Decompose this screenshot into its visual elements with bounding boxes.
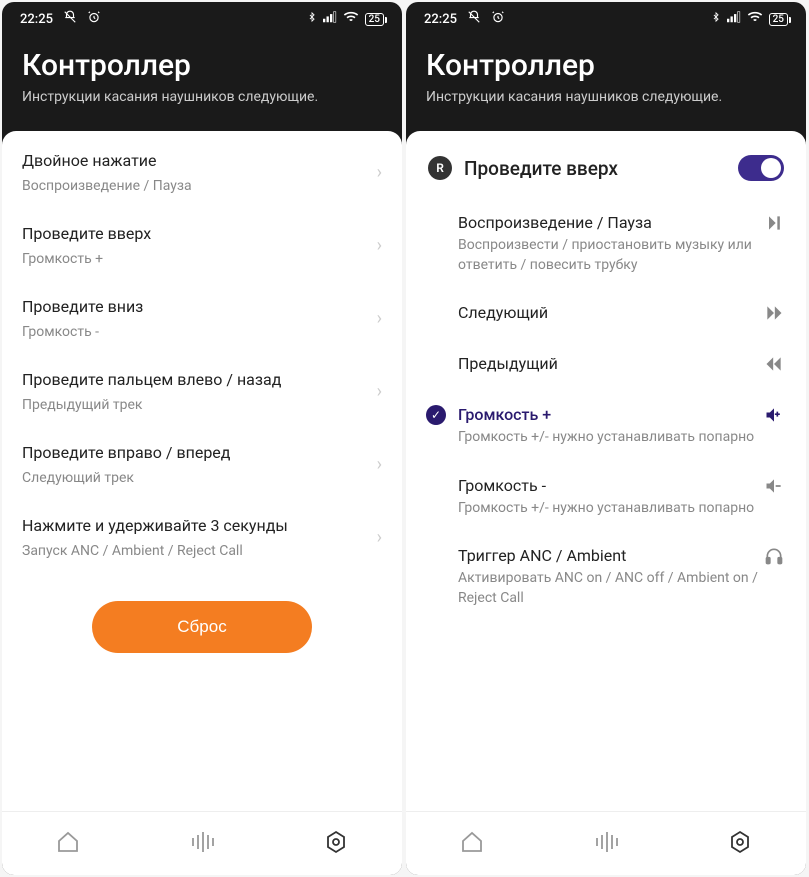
gesture-toggle-row: R Проведите вверх <box>406 135 806 199</box>
status-bar: 22:25 25 <box>2 2 402 36</box>
alarm-icon <box>491 10 505 28</box>
page-header: Контроллер Инструкции касания наушников … <box>406 36 806 131</box>
chevron-right-icon: › <box>377 235 382 256</box>
gesture-title: Двойное нажатие <box>22 151 377 170</box>
gesture-title: Проведите вниз <box>22 297 377 316</box>
volume-up-icon <box>764 405 784 429</box>
gesture-row[interactable]: Проведите вправо / вперед Следующий трек… <box>2 427 402 500</box>
action-title: Громкость - <box>458 476 784 495</box>
reset-button[interactable]: Сброс <box>92 601 312 653</box>
action-desc: Активировать ANC on / ANC off / Ambient … <box>458 569 784 608</box>
play-pause-icon <box>764 213 784 237</box>
action-card: R Проведите вверх Воспроизведение / Пауз… <box>406 131 806 811</box>
mute-icon <box>63 10 77 28</box>
gesture-sub: Запуск ANC / Ambient / Reject Call <box>22 543 377 559</box>
signal-icon <box>323 11 337 27</box>
action-desc: Громкость +/- нужно устанавливать попарн… <box>458 499 784 519</box>
earbud-side-badge: R <box>428 156 452 180</box>
status-bar: 22:25 25 <box>406 2 806 36</box>
phone-screen-1: 22:25 25 Контроллер Инструкции касания н… <box>2 2 402 875</box>
gesture-title: Проведите вправо / вперед <box>22 443 377 462</box>
volume-down-icon <box>764 476 784 500</box>
action-title: Триггер ANC / Ambient <box>458 546 784 565</box>
page-title: Контроллер <box>22 48 382 83</box>
action-title: Громкость + <box>458 405 784 424</box>
action-desc: Громкость +/- нужно устанавливать попарн… <box>458 428 784 448</box>
chevron-right-icon: › <box>377 527 382 548</box>
status-time: 22:25 <box>20 12 53 27</box>
nav-settings-icon[interactable] <box>728 830 752 858</box>
chevron-right-icon: › <box>377 454 382 475</box>
action-title: Воспроизведение / Пауза <box>458 213 784 232</box>
gesture-name: Проведите вверх <box>464 157 726 180</box>
status-time: 22:25 <box>424 12 457 27</box>
mute-icon <box>467 10 481 28</box>
prev-icon <box>764 354 784 378</box>
bluetooth-icon <box>711 10 721 28</box>
nav-eq-icon[interactable] <box>189 830 215 858</box>
gesture-sub: Громкость - <box>22 324 377 340</box>
gesture-sub: Следующий трек <box>22 470 377 486</box>
headphones-icon <box>764 546 784 570</box>
action-row[interactable]: Триггер ANC / Ambient Активировать ANC o… <box>406 532 806 622</box>
action-row-selected[interactable]: ✓ Громкость + Громкость +/- нужно устана… <box>406 391 806 462</box>
alarm-icon <box>87 10 101 28</box>
action-row[interactable]: Предыдущий <box>406 340 806 391</box>
gesture-row[interactable]: Проведите пальцем влево / назад Предыдущ… <box>2 354 402 427</box>
action-row[interactable]: Громкость - Громкость +/- нужно устанавл… <box>406 462 806 533</box>
bluetooth-icon <box>307 10 317 28</box>
battery-icon: 25 <box>365 13 384 26</box>
action-row[interactable]: Воспроизведение / Пауза Воспроизвести / … <box>406 199 806 289</box>
action-title: Следующий <box>458 303 784 322</box>
chevron-right-icon: › <box>377 308 382 329</box>
phone-screen-2: 22:25 25 Контроллер Инструкции касания н… <box>406 2 806 875</box>
check-icon: ✓ <box>426 405 446 425</box>
gesture-sub: Воспроизведение / Пауза <box>22 178 377 194</box>
page-subtitle: Инструкции касания наушников следующие. <box>22 89 382 105</box>
chevron-right-icon: › <box>377 162 382 183</box>
gesture-title: Проведите вверх <box>22 224 377 243</box>
chevron-right-icon: › <box>377 381 382 402</box>
gesture-sub: Предыдущий трек <box>22 397 377 413</box>
gesture-row[interactable]: Проведите вниз Громкость - › <box>2 281 402 354</box>
nav-home-icon[interactable] <box>460 830 484 858</box>
nav-bar <box>2 811 402 875</box>
wifi-icon <box>747 11 763 27</box>
gesture-title: Проведите пальцем влево / назад <box>22 370 377 389</box>
gesture-row[interactable]: Двойное нажатие Воспроизведение / Пауза … <box>2 135 402 208</box>
page-subtitle: Инструкции касания наушников следующие. <box>426 89 786 105</box>
gesture-card: Двойное нажатие Воспроизведение / Пауза … <box>2 131 402 811</box>
page-title: Контроллер <box>426 48 786 83</box>
wifi-icon <box>343 11 359 27</box>
enable-switch[interactable] <box>738 155 784 181</box>
gesture-row[interactable]: Нажмите и удерживайте 3 секунды Запуск A… <box>2 500 402 573</box>
gesture-row[interactable]: Проведите вверх Громкость + › <box>2 208 402 281</box>
signal-icon <box>727 11 741 27</box>
nav-settings-icon[interactable] <box>324 830 348 858</box>
nav-bar <box>406 811 806 875</box>
action-row[interactable]: Следующий <box>406 289 806 340</box>
action-title: Предыдущий <box>458 354 784 373</box>
nav-eq-icon[interactable] <box>593 830 619 858</box>
battery-icon: 25 <box>769 13 788 26</box>
next-icon <box>764 303 784 327</box>
nav-home-icon[interactable] <box>56 830 80 858</box>
gesture-sub: Громкость + <box>22 251 377 267</box>
gesture-title: Нажмите и удерживайте 3 секунды <box>22 516 377 535</box>
page-header: Контроллер Инструкции касания наушников … <box>2 36 402 131</box>
action-desc: Воспроизвести / приостановить музыку или… <box>458 236 784 275</box>
